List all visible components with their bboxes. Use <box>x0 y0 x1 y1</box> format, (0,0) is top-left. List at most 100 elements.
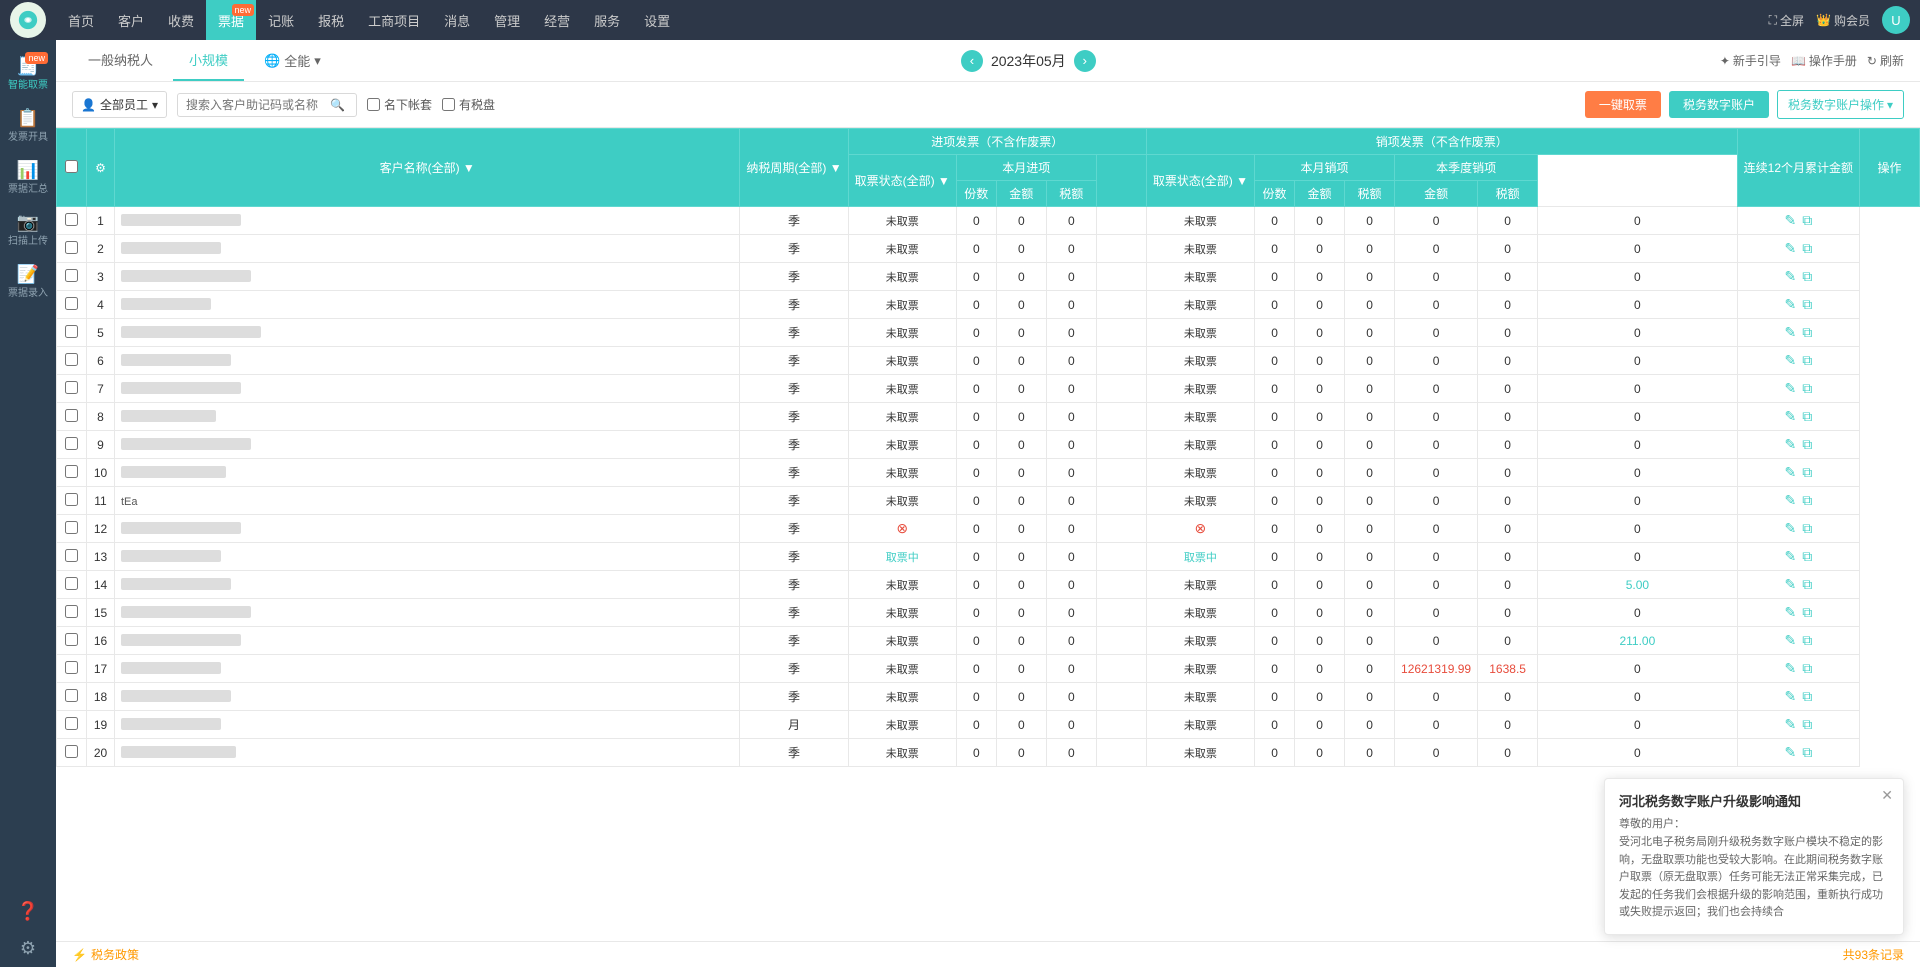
tab-all[interactable]: 🌐 全能 ▾ <box>248 41 337 80</box>
edit-button[interactable]: ✎ <box>1784 716 1796 733</box>
copy-button[interactable]: ⧉ <box>1802 212 1812 229</box>
tax-policy-link[interactable]: ⚡ <box>72 948 87 962</box>
nav-tax[interactable]: 报税 <box>306 0 356 40</box>
nav-customer[interactable]: 客户 <box>106 0 156 40</box>
refresh-button[interactable]: ↻ 刷新 <box>1867 52 1904 69</box>
copy-button[interactable]: ⧉ <box>1802 464 1812 481</box>
copy-button[interactable]: ⧉ <box>1802 240 1812 257</box>
row-checkbox[interactable] <box>65 325 78 338</box>
copy-button[interactable]: ⧉ <box>1802 492 1812 509</box>
row-checkbox[interactable] <box>65 549 78 562</box>
row-checkbox[interactable] <box>65 437 78 450</box>
checkbox-has-taxbox[interactable]: 有税盘 <box>442 96 495 113</box>
row-12month-value[interactable]: 5.00 <box>1626 578 1649 592</box>
period-prev-button[interactable]: ‹ <box>961 50 983 72</box>
user-avatar[interactable]: U <box>1882 6 1910 34</box>
row-checkbox[interactable] <box>65 297 78 310</box>
row-checkbox[interactable] <box>65 717 78 730</box>
copy-button[interactable]: ⧉ <box>1802 324 1812 341</box>
copy-button[interactable]: ⧉ <box>1802 744 1812 761</box>
edit-button[interactable]: ✎ <box>1784 240 1796 257</box>
edit-button[interactable]: ✎ <box>1784 296 1796 313</box>
row-checkbox[interactable] <box>65 745 78 758</box>
row-checkbox[interactable] <box>65 465 78 478</box>
edit-button[interactable]: ✎ <box>1784 492 1796 509</box>
manual-button[interactable]: 📖 操作手册 <box>1791 52 1857 69</box>
tab-small-scale[interactable]: 小规模 <box>173 40 244 81</box>
guide-button[interactable]: ✦ 新手引导 <box>1720 52 1781 69</box>
row-checkbox[interactable] <box>65 633 78 646</box>
period-next-button[interactable]: › <box>1074 50 1096 72</box>
one-click-get-button[interactable]: 一键取票 <box>1585 91 1661 118</box>
copy-button[interactable]: ⧉ <box>1802 436 1812 453</box>
edit-button[interactable]: ✎ <box>1784 632 1796 649</box>
copy-button[interactable]: ⧉ <box>1802 576 1812 593</box>
nav-manage[interactable]: 管理 <box>482 0 532 40</box>
sidebar-item-smart-invoice[interactable]: 🧾 智能取票 new <box>0 48 56 100</box>
edit-button[interactable]: ✎ <box>1784 520 1796 537</box>
sidebar-item-settings[interactable]: ⚙ <box>13 930 43 967</box>
copy-button[interactable]: ⧉ <box>1802 380 1812 397</box>
copy-button[interactable]: ⧉ <box>1802 688 1812 705</box>
row-checkbox[interactable] <box>65 269 78 282</box>
row-checkbox[interactable] <box>65 353 78 366</box>
copy-button[interactable]: ⧉ <box>1802 548 1812 565</box>
edit-button[interactable]: ✎ <box>1784 464 1796 481</box>
copy-button[interactable]: ⧉ <box>1802 520 1812 537</box>
sidebar-item-invoice-entry[interactable]: 📝 票据录入 <box>0 256 56 308</box>
checkbox-subtree[interactable]: 名下帐套 <box>367 96 432 113</box>
row-checkbox[interactable] <box>65 577 78 590</box>
digital-account-operations-button[interactable]: 税务数字账户操作 ▾ <box>1777 90 1904 119</box>
edit-button[interactable]: ✎ <box>1784 408 1796 425</box>
row-checkbox[interactable] <box>65 521 78 534</box>
edit-button[interactable]: ✎ <box>1784 604 1796 621</box>
copy-button[interactable]: ⧉ <box>1802 352 1812 369</box>
edit-button[interactable]: ✎ <box>1784 436 1796 453</box>
copy-button[interactable]: ⧉ <box>1802 660 1812 677</box>
edit-button[interactable]: ✎ <box>1784 380 1796 397</box>
checkbox-has-taxbox-input[interactable] <box>442 98 455 111</box>
edit-button[interactable]: ✎ <box>1784 744 1796 761</box>
nav-home[interactable]: 首页 <box>56 0 106 40</box>
nav-invoice[interactable]: 票据 new <box>206 0 256 40</box>
sidebar-item-invoice-summary[interactable]: 📊 票据汇总 <box>0 152 56 204</box>
copy-button[interactable]: ⧉ <box>1802 296 1812 313</box>
copy-button[interactable]: ⧉ <box>1802 604 1812 621</box>
employee-selector[interactable]: 👤 全部员工 ▾ <box>72 91 167 118</box>
nav-settings[interactable]: 设置 <box>632 0 682 40</box>
edit-button[interactable]: ✎ <box>1784 268 1796 285</box>
copy-button[interactable]: ⧉ <box>1802 268 1812 285</box>
checkbox-subtree-input[interactable] <box>367 98 380 111</box>
nav-operation[interactable]: 经营 <box>532 0 582 40</box>
tab-general-taxpayer[interactable]: 一般纳税人 <box>72 40 169 81</box>
copy-button[interactable]: ⧉ <box>1802 716 1812 733</box>
edit-button[interactable]: ✎ <box>1784 688 1796 705</box>
row-checkbox[interactable] <box>65 381 78 394</box>
edit-button[interactable]: ✎ <box>1784 660 1796 677</box>
search-input[interactable] <box>186 98 326 112</box>
nav-message[interactable]: 消息 <box>432 0 482 40</box>
nav-accounting[interactable]: 记账 <box>256 0 306 40</box>
sidebar-item-help[interactable]: ❓ <box>13 893 43 930</box>
copy-button[interactable]: ⧉ <box>1802 632 1812 649</box>
nav-service[interactable]: 服务 <box>582 0 632 40</box>
digital-account-button[interactable]: 税务数字账户 <box>1669 91 1769 118</box>
edit-button[interactable]: ✎ <box>1784 576 1796 593</box>
row-checkbox[interactable] <box>65 689 78 702</box>
sidebar-item-invoice-open[interactable]: 📋 发票开具 <box>0 100 56 152</box>
tax-policy-label[interactable]: 税务政策 <box>91 946 139 963</box>
select-all-checkbox[interactable] <box>65 160 78 173</box>
row-12month-value[interactable]: 211.00 <box>1619 634 1655 648</box>
edit-button[interactable]: ✎ <box>1784 548 1796 565</box>
fullscreen-button[interactable]: ⛶ 全屏 <box>1769 12 1804 29</box>
member-button[interactable]: 👑 购会员 <box>1816 12 1870 29</box>
row-checkbox[interactable] <box>65 605 78 618</box>
nav-business[interactable]: 工商项目 <box>356 0 432 40</box>
row-checkbox[interactable] <box>65 661 78 674</box>
edit-button[interactable]: ✎ <box>1784 212 1796 229</box>
nav-billing[interactable]: 收费 <box>156 0 206 40</box>
copy-button[interactable]: ⧉ <box>1802 408 1812 425</box>
notification-close-button[interactable]: ✕ <box>1881 787 1893 804</box>
row-checkbox[interactable] <box>65 409 78 422</box>
sidebar-item-scan-upload[interactable]: 📷 扫描上传 <box>0 204 56 256</box>
